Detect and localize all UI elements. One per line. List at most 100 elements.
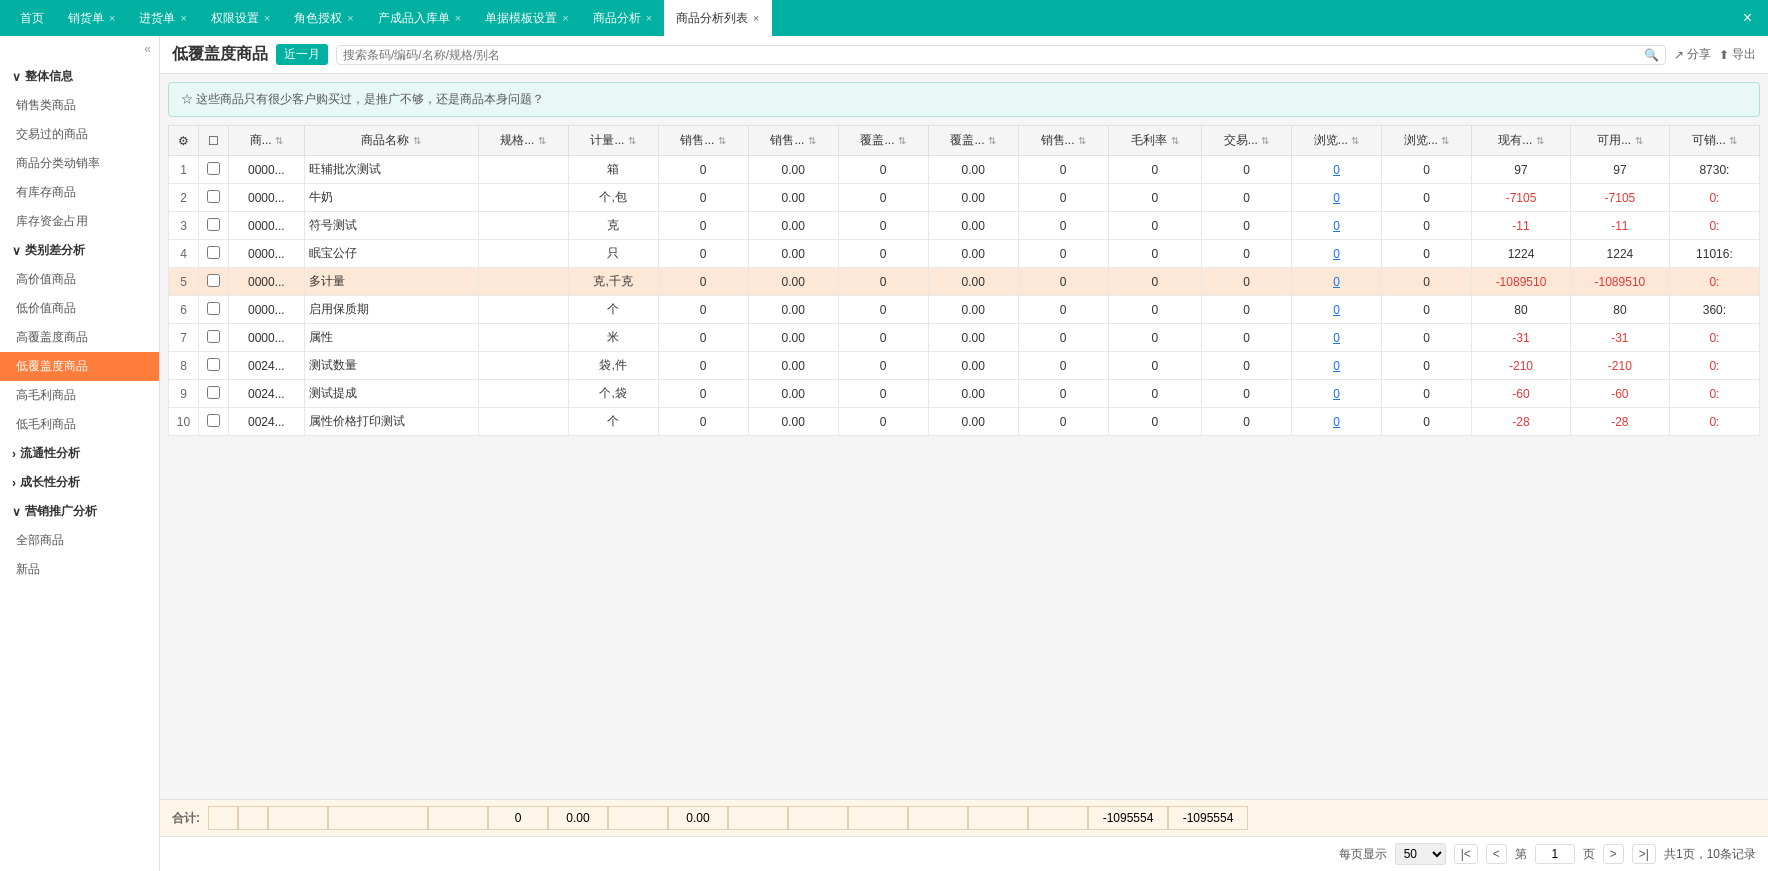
- nav-close-icon[interactable]: ×: [562, 12, 568, 24]
- col-checkbox-cell[interactable]: [199, 156, 229, 184]
- page-size-select[interactable]: 50 100 200: [1395, 843, 1446, 865]
- col-browse1-cell[interactable]: 0: [1292, 212, 1382, 240]
- sidebar-item-traded-goods[interactable]: 交易过的商品: [0, 120, 159, 149]
- nav-close-icon[interactable]: ×: [264, 12, 270, 24]
- col-cover2[interactable]: 覆盖... ⇅: [928, 126, 1018, 156]
- col-browse1-cell[interactable]: 0: [1292, 408, 1382, 436]
- nav-close-icon[interactable]: ×: [646, 12, 652, 24]
- col-sales-qty[interactable]: 销售... ⇅: [658, 126, 748, 156]
- col-code[interactable]: 商... ⇅: [229, 126, 305, 156]
- sidebar-item-high-coverage[interactable]: 高覆盖度商品: [0, 323, 159, 352]
- sidebar-group-category[interactable]: ∨ 类别差分析: [0, 236, 159, 265]
- col-checkbox-cell[interactable]: [199, 296, 229, 324]
- nav-sales-order[interactable]: 销货单 ×: [56, 0, 127, 36]
- col-checkbox-cell[interactable]: [199, 240, 229, 268]
- col-checkbox-cell[interactable]: [199, 380, 229, 408]
- data-table-wrapper[interactable]: ⚙ ☐ 商... ⇅ 商品名称 ⇅ 规格... ⇅: [168, 125, 1760, 799]
- col-gross-margin[interactable]: 毛利率 ⇅: [1108, 126, 1201, 156]
- nav-close-icon[interactable]: ×: [180, 12, 186, 24]
- col-browse1-cell[interactable]: 0: [1292, 352, 1382, 380]
- col-sales-qty-cell: 0: [658, 380, 748, 408]
- nav-product-analysis[interactable]: 商品分析 ×: [581, 0, 664, 36]
- col-browse2-cell: 0: [1382, 380, 1472, 408]
- col-stock2-cell: 97: [1570, 156, 1669, 184]
- nav-close-icon[interactable]: ×: [109, 12, 115, 24]
- sidebar-item-low-margin[interactable]: 低毛利商品: [0, 410, 159, 439]
- share-button[interactable]: ↗ 分享: [1674, 46, 1711, 63]
- sidebar-group-overall[interactable]: ∨ 整体信息: [0, 62, 159, 91]
- sidebar-item-low-coverage[interactable]: 低覆盖度商品: [0, 352, 159, 381]
- col-stock1-cell: -210: [1472, 352, 1571, 380]
- nav-close-icon[interactable]: ×: [753, 12, 759, 24]
- nav-home[interactable]: 首页: [8, 0, 56, 36]
- col-browse1-cell[interactable]: 0: [1292, 324, 1382, 352]
- search-box[interactable]: 🔍: [336, 45, 1666, 65]
- nav-role-auth[interactable]: 角色授权 ×: [282, 0, 365, 36]
- sidebar-group-growth[interactable]: › 成长性分析: [0, 468, 159, 497]
- col-cover2-cell: 0.00: [928, 352, 1018, 380]
- col-trade[interactable]: 交易... ⇅: [1202, 126, 1292, 156]
- last-page-button[interactable]: >|: [1632, 844, 1656, 864]
- sidebar-item-high-margin[interactable]: 高毛利商品: [0, 381, 159, 410]
- col-checkbox-cell[interactable]: [199, 324, 229, 352]
- col-stock2-cell: -7105: [1570, 184, 1669, 212]
- nav-permissions[interactable]: 权限设置 ×: [199, 0, 282, 36]
- window-close-button[interactable]: ×: [1735, 9, 1760, 27]
- col-stock3[interactable]: 可销... ⇅: [1669, 126, 1759, 156]
- col-checkbox-cell[interactable]: [199, 184, 229, 212]
- sidebar-item-category-rate[interactable]: 商品分类动销率: [0, 149, 159, 178]
- col-gear[interactable]: ⚙: [169, 126, 199, 156]
- col-name[interactable]: 商品名称 ⇅: [304, 126, 478, 156]
- sidebar-group-marketing[interactable]: ∨ 营销推广分析: [0, 497, 159, 526]
- col-browse1[interactable]: 浏览... ⇅: [1292, 126, 1382, 156]
- nav-product-analysis-list[interactable]: 商品分析列表 ×: [664, 0, 771, 36]
- col-browse1-cell[interactable]: 0: [1292, 268, 1382, 296]
- col-gross-margin-cell: 0: [1108, 296, 1201, 324]
- col-checkbox[interactable]: ☐: [199, 126, 229, 156]
- col-checkbox-cell[interactable]: [199, 352, 229, 380]
- sidebar-item-high-value[interactable]: 高价值商品: [0, 265, 159, 294]
- col-stock3-cell: 360:: [1669, 296, 1759, 324]
- col-stock3-cell: 8730:: [1669, 156, 1759, 184]
- sidebar-group-liquidity[interactable]: › 流通性分析: [0, 439, 159, 468]
- next-page-button[interactable]: >: [1603, 844, 1624, 864]
- col-checkbox-cell[interactable]: [199, 408, 229, 436]
- col-browse1-cell[interactable]: 0: [1292, 296, 1382, 324]
- search-input[interactable]: [343, 48, 1644, 62]
- col-sales-amt[interactable]: 销售... ⇅: [748, 126, 838, 156]
- search-icon[interactable]: 🔍: [1644, 48, 1659, 62]
- col-checkbox-cell[interactable]: [199, 268, 229, 296]
- period-button[interactable]: 近一月: [276, 44, 328, 65]
- export-button[interactable]: ⬆ 导出: [1719, 46, 1756, 63]
- col-cover1[interactable]: 覆盖... ⇅: [838, 126, 928, 156]
- col-browse1-cell[interactable]: 0: [1292, 156, 1382, 184]
- sidebar-item-all-goods[interactable]: 全部商品: [0, 526, 159, 555]
- col-spec[interactable]: 规格... ⇅: [478, 126, 568, 156]
- col-sales3[interactable]: 销售... ⇅: [1018, 126, 1108, 156]
- first-page-button[interactable]: |<: [1454, 844, 1478, 864]
- nav-template-settings[interactable]: 单据模板设置 ×: [473, 0, 580, 36]
- col-trade-cell: 0: [1202, 296, 1292, 324]
- nav-product-warehouse[interactable]: 产成品入库单 ×: [366, 0, 473, 36]
- nav-purchase-order[interactable]: 进货单 ×: [127, 0, 198, 36]
- col-browse2[interactable]: 浏览... ⇅: [1382, 126, 1472, 156]
- col-browse1-cell[interactable]: 0: [1292, 184, 1382, 212]
- sidebar-item-low-value[interactable]: 低价值商品: [0, 294, 159, 323]
- sidebar-item-stocked-goods[interactable]: 有库存商品: [0, 178, 159, 207]
- col-stock2[interactable]: 可用... ⇅: [1570, 126, 1669, 156]
- sidebar-collapse-button[interactable]: «: [0, 36, 159, 62]
- col-browse1-cell[interactable]: 0: [1292, 240, 1382, 268]
- col-browse2-cell: 0: [1382, 184, 1472, 212]
- sidebar-item-new-goods[interactable]: 新品: [0, 555, 159, 584]
- col-browse1-cell[interactable]: 0: [1292, 380, 1382, 408]
- nav-close-icon[interactable]: ×: [455, 12, 461, 24]
- col-checkbox-cell[interactable]: [199, 212, 229, 240]
- sidebar-item-sales-goods[interactable]: 销售类商品: [0, 91, 159, 120]
- nav-close-icon[interactable]: ×: [347, 12, 353, 24]
- col-unit[interactable]: 计量... ⇅: [568, 126, 658, 156]
- sidebar-item-stock-capital[interactable]: 库存资金占用: [0, 207, 159, 236]
- prev-page-button[interactable]: <: [1486, 844, 1507, 864]
- col-name-cell: 眠宝公仔: [304, 240, 478, 268]
- current-page-input[interactable]: [1535, 844, 1575, 864]
- col-stock1[interactable]: 现有... ⇅: [1472, 126, 1571, 156]
